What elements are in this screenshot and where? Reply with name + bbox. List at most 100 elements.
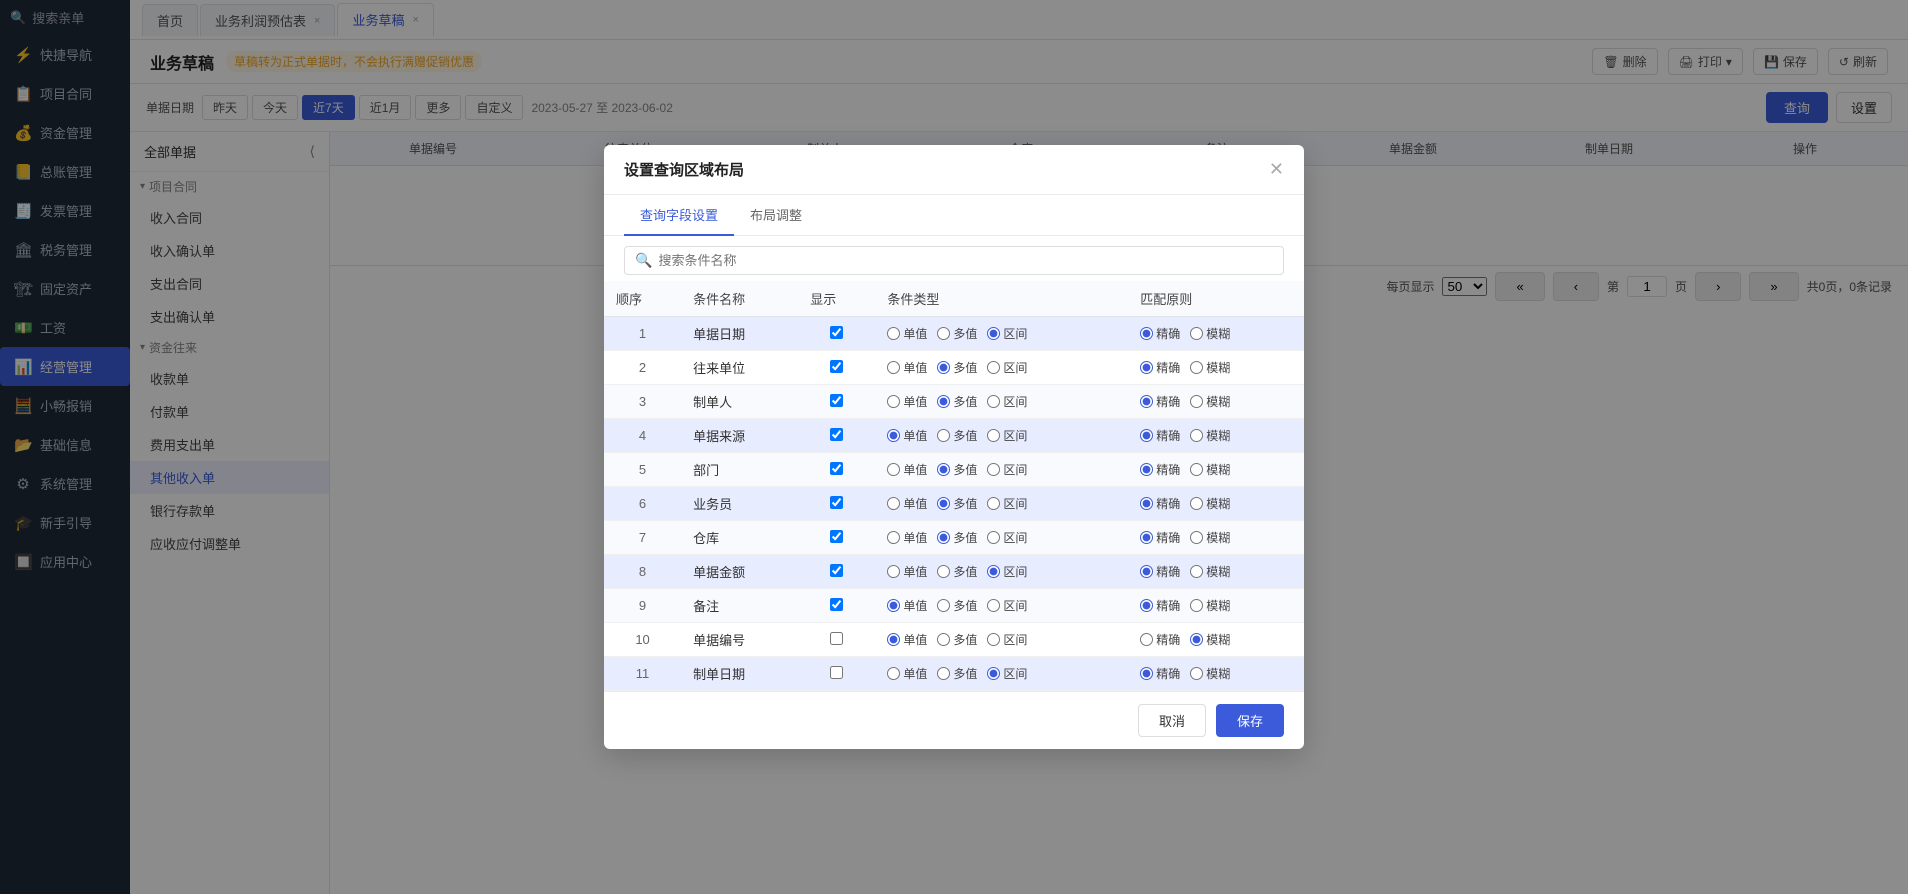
- dialog-search: 🔍: [604, 236, 1304, 281]
- match-radio-精确-row-1[interactable]: 精确: [1140, 325, 1180, 342]
- type-radio-单值-row-10[interactable]: 单值: [887, 631, 927, 648]
- match-radio-模糊-row-5[interactable]: 模糊: [1190, 461, 1230, 478]
- row-order-5: 5: [604, 453, 681, 487]
- row-order-7: 7: [604, 521, 681, 555]
- match-radio-精确-row-10[interactable]: 精确: [1140, 631, 1180, 648]
- dialog-tab-field-settings[interactable]: 查询字段设置: [624, 195, 734, 236]
- row-match-6: 精确模糊: [1128, 487, 1304, 521]
- row-show-11: [798, 657, 875, 691]
- type-radio-多值-row-6[interactable]: 多值: [937, 495, 977, 512]
- type-radio-单值-row-3[interactable]: 单值: [887, 393, 927, 410]
- show-checkbox-10[interactable]: [830, 632, 843, 645]
- row-type-11: 单值多值区间: [875, 657, 1128, 691]
- match-radio-精确-row-4[interactable]: 精确: [1140, 427, 1180, 444]
- row-show-10: [798, 623, 875, 657]
- match-radio-模糊-row-3[interactable]: 模糊: [1190, 393, 1230, 410]
- match-radio-精确-row-3[interactable]: 精确: [1140, 393, 1180, 410]
- config-row-7: 7仓库单值多值区间精确模糊: [604, 521, 1304, 555]
- type-radio-单值-row-7[interactable]: 单值: [887, 529, 927, 546]
- show-checkbox-7[interactable]: [830, 530, 843, 543]
- show-checkbox-9[interactable]: [830, 598, 843, 611]
- match-radio-模糊-row-1[interactable]: 模糊: [1190, 325, 1230, 342]
- dialog-save-button[interactable]: 保存: [1216, 704, 1284, 737]
- type-radio-多值-row-8[interactable]: 多值: [937, 563, 977, 580]
- match-radio-模糊-row-8[interactable]: 模糊: [1190, 563, 1230, 580]
- match-radio-模糊-row-6[interactable]: 模糊: [1190, 495, 1230, 512]
- show-checkbox-6[interactable]: [830, 496, 843, 509]
- match-radio-模糊-row-2[interactable]: 模糊: [1190, 359, 1230, 376]
- match-radio-模糊-row-10[interactable]: 模糊: [1190, 631, 1230, 648]
- cancel-button[interactable]: 取消: [1138, 704, 1206, 737]
- show-checkbox-4[interactable]: [830, 428, 843, 441]
- show-checkbox-3[interactable]: [830, 394, 843, 407]
- dialog-header: 设置查询区域布局 ✕: [604, 145, 1304, 195]
- type-radio-单值-row-11[interactable]: 单值: [887, 665, 927, 682]
- type-radio-区间-row-6[interactable]: 区间: [987, 495, 1027, 512]
- config-row-9: 9备注单值多值区间精确模糊: [604, 589, 1304, 623]
- config-table-element: 顺序条件名称显示条件类型匹配原则 1单据日期单值多值区间精确模糊2往来单位单值多…: [604, 281, 1304, 691]
- dialog-footer: 取消 保存: [604, 691, 1304, 749]
- match-radio-模糊-row-4[interactable]: 模糊: [1190, 427, 1230, 444]
- type-radio-单值-row-8[interactable]: 单值: [887, 563, 927, 580]
- row-type-4: 单值多值区间: [875, 419, 1128, 453]
- type-radio-单值-row-5[interactable]: 单值: [887, 461, 927, 478]
- type-radio-多值-row-7[interactable]: 多值: [937, 529, 977, 546]
- type-radio-单值-row-4[interactable]: 单值: [887, 427, 927, 444]
- type-radio-多值-row-9[interactable]: 多值: [937, 597, 977, 614]
- row-type-1: 单值多值区间: [875, 317, 1128, 351]
- row-show-3: [798, 385, 875, 419]
- row-name-7: 仓库: [681, 521, 798, 555]
- type-radio-单值-row-2[interactable]: 单值: [887, 359, 927, 376]
- dialog-close-button[interactable]: ✕: [1269, 159, 1284, 180]
- type-radio-区间-row-8[interactable]: 区间: [987, 563, 1027, 580]
- type-radio-区间-row-10[interactable]: 区间: [987, 631, 1027, 648]
- type-radio-区间-row-11[interactable]: 区间: [987, 665, 1027, 682]
- type-radio-区间-row-5[interactable]: 区间: [987, 461, 1027, 478]
- match-radio-精确-row-2[interactable]: 精确: [1140, 359, 1180, 376]
- type-radio-区间-row-2[interactable]: 区间: [987, 359, 1027, 376]
- type-radio-区间-row-1[interactable]: 区间: [987, 325, 1027, 342]
- match-radio-精确-row-6[interactable]: 精确: [1140, 495, 1180, 512]
- match-radio-精确-row-9[interactable]: 精确: [1140, 597, 1180, 614]
- row-name-10: 单据编号: [681, 623, 798, 657]
- row-type-7: 单值多值区间: [875, 521, 1128, 555]
- config-row-6: 6业务员单值多值区间精确模糊: [604, 487, 1304, 521]
- match-radio-精确-row-5[interactable]: 精确: [1140, 461, 1180, 478]
- match-radio-模糊-row-9[interactable]: 模糊: [1190, 597, 1230, 614]
- show-checkbox-5[interactable]: [830, 462, 843, 475]
- config-row-3: 3制单人单值多值区间精确模糊: [604, 385, 1304, 419]
- type-radio-多值-row-3[interactable]: 多值: [937, 393, 977, 410]
- row-match-4: 精确模糊: [1128, 419, 1304, 453]
- config-table-header-row: 顺序条件名称显示条件类型匹配原则: [604, 281, 1304, 317]
- type-radio-多值-row-4[interactable]: 多值: [937, 427, 977, 444]
- row-order-9: 9: [604, 589, 681, 623]
- match-radio-模糊-row-11[interactable]: 模糊: [1190, 665, 1230, 682]
- type-radio-多值-row-1[interactable]: 多值: [937, 325, 977, 342]
- match-radio-模糊-row-7[interactable]: 模糊: [1190, 529, 1230, 546]
- row-order-4: 4: [604, 419, 681, 453]
- show-checkbox-2[interactable]: [830, 360, 843, 373]
- type-radio-多值-row-2[interactable]: 多值: [937, 359, 977, 376]
- config-table: 顺序条件名称显示条件类型匹配原则 1单据日期单值多值区间精确模糊2往来单位单值多…: [604, 281, 1304, 691]
- show-checkbox-1[interactable]: [830, 326, 843, 339]
- config-row-1: 1单据日期单值多值区间精确模糊: [604, 317, 1304, 351]
- show-checkbox-8[interactable]: [830, 564, 843, 577]
- type-radio-区间-row-9[interactable]: 区间: [987, 597, 1027, 614]
- type-radio-区间-row-4[interactable]: 区间: [987, 427, 1027, 444]
- dialog-search-field[interactable]: [658, 253, 1273, 268]
- type-radio-单值-row-6[interactable]: 单值: [887, 495, 927, 512]
- type-radio-多值-row-10[interactable]: 多值: [937, 631, 977, 648]
- type-radio-单值-row-1[interactable]: 单值: [887, 325, 927, 342]
- config-row-8: 8单据金额单值多值区间精确模糊: [604, 555, 1304, 589]
- type-radio-多值-row-5[interactable]: 多值: [937, 461, 977, 478]
- type-radio-区间-row-7[interactable]: 区间: [987, 529, 1027, 546]
- match-radio-精确-row-7[interactable]: 精确: [1140, 529, 1180, 546]
- match-radio-精确-row-11[interactable]: 精确: [1140, 665, 1180, 682]
- dialog-tab-layout-adjust[interactable]: 布局调整: [734, 195, 818, 236]
- type-radio-单值-row-9[interactable]: 单值: [887, 597, 927, 614]
- type-radio-区间-row-3[interactable]: 区间: [987, 393, 1027, 410]
- show-checkbox-11[interactable]: [830, 666, 843, 679]
- row-name-2: 往来单位: [681, 351, 798, 385]
- type-radio-多值-row-11[interactable]: 多值: [937, 665, 977, 682]
- match-radio-精确-row-8[interactable]: 精确: [1140, 563, 1180, 580]
